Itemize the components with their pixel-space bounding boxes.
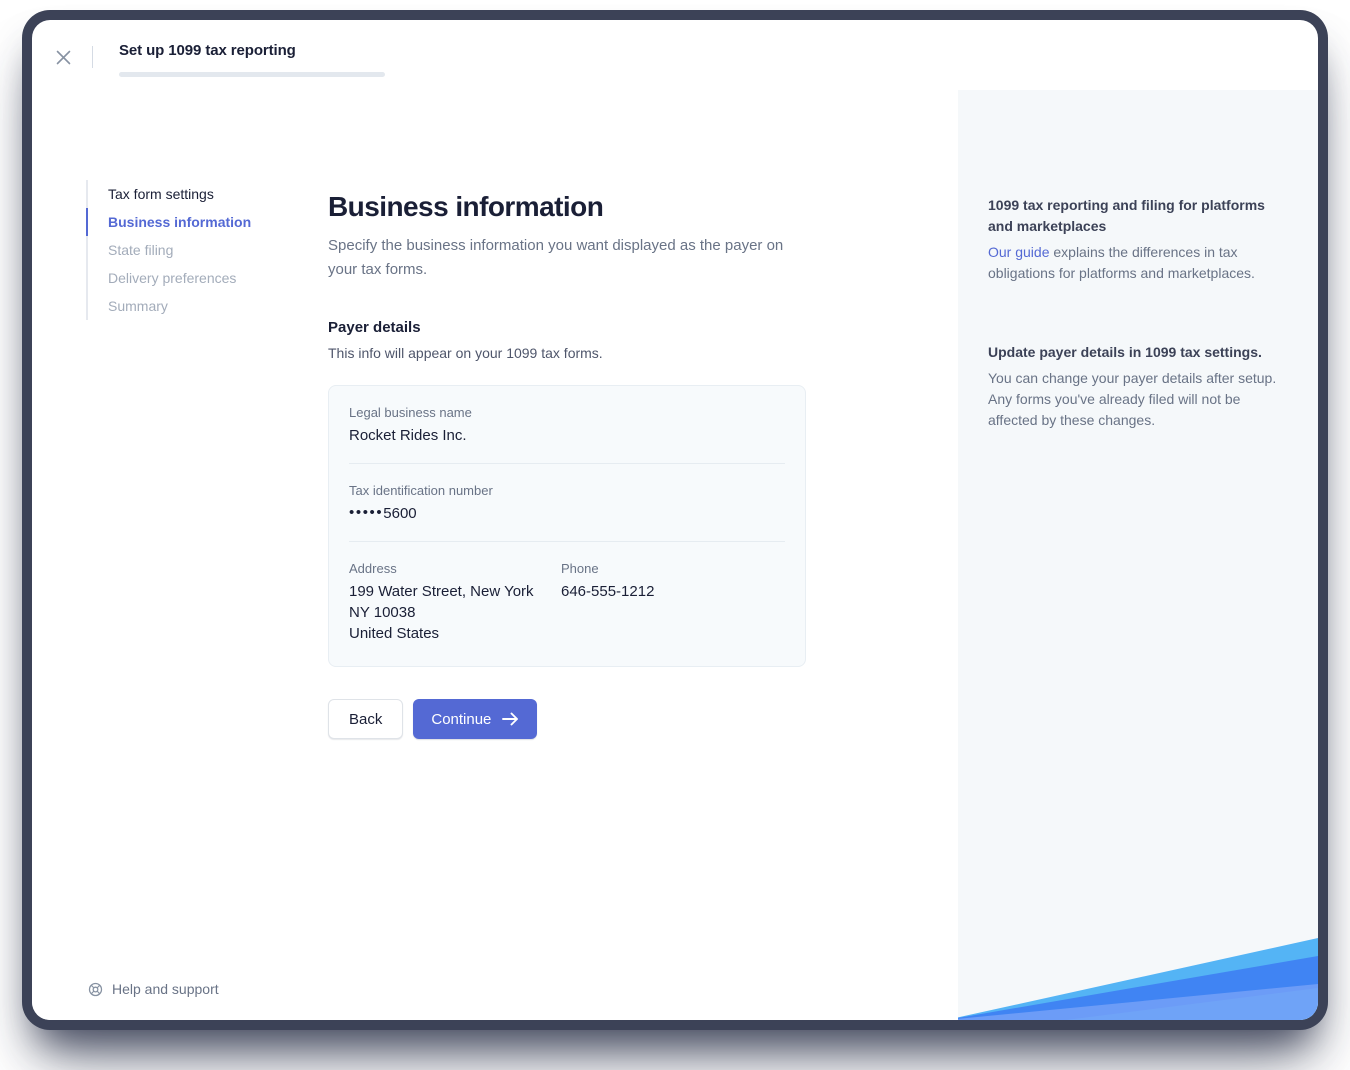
section-heading: Business information (328, 191, 604, 222)
aside-heading: 1099 tax reporting and filing for platfo… (988, 197, 1265, 234)
decorative-corner-graphic (958, 938, 1318, 1020)
header-title-wrap: Set up 1099 tax reporting (119, 40, 385, 77)
right-info-pane: 1099 tax reporting and filing for platfo… (958, 90, 1318, 1020)
aside-block-guide: 1099 tax reporting and filing for platfo… (988, 195, 1280, 284)
address-line-3: United States (349, 625, 440, 642)
sidebar-item-business-information[interactable]: Business information (86, 208, 306, 236)
tax-identification-number-value: •••••5600 (349, 503, 785, 524)
setup-progress-bar (119, 72, 385, 77)
legal-business-name-label: Legal business name (349, 405, 472, 420)
address-phone-row: Address 199 Water Street, New York NY 10… (349, 542, 785, 666)
help-and-support-link[interactable]: Help and support (88, 980, 219, 998)
payer-details-card: Legal business name Rocket Rides Inc. Ta… (328, 385, 806, 667)
payer-details-description: This info will appear on your 1099 tax f… (328, 345, 603, 361)
sidebar-item-label: State filing (108, 242, 174, 258)
left-pane: Tax form settings Business information S… (32, 90, 958, 1020)
sidebar-item-state-filing[interactable]: State filing (88, 236, 306, 264)
address-label: Address (349, 561, 397, 576)
step-navigation: Tax form settings Business information S… (86, 180, 306, 320)
sidebar-item-tax-form-settings[interactable]: Tax form settings (88, 180, 306, 208)
aside-block-payer-settings: Update payer details in 1099 tax setting… (988, 342, 1280, 431)
close-icon (56, 50, 70, 64)
tax-identification-number-label: Tax identification number (349, 483, 493, 498)
sidebar-item-delivery-preferences[interactable]: Delivery preferences (88, 264, 306, 292)
modal-body: Tax form settings Business information S… (32, 90, 1318, 1020)
setup-modal-window: Set up 1099 tax reporting Tax form setti… (32, 20, 1318, 1020)
phone-value: 646-555-1212 (561, 583, 655, 600)
continue-button[interactable]: Continue (413, 699, 538, 739)
our-guide-link[interactable]: Our guide (988, 244, 1049, 260)
phone-column: Phone 646-555-1212 (561, 560, 785, 644)
sidebar-item-label: Business information (108, 214, 252, 230)
address-line-1: 199 Water Street, New York (349, 583, 534, 600)
header-divider (92, 46, 93, 68)
main-content: Business information Specify the busines… (328, 190, 828, 739)
payer-details-heading: Payer details (328, 319, 421, 336)
modal-header: Set up 1099 tax reporting (32, 20, 1318, 90)
tax-identification-number-row: Tax identification number •••••5600 (349, 464, 785, 542)
address-value: 199 Water Street, New York NY 10038 Unit… (349, 581, 561, 644)
address-line-2: NY 10038 (349, 604, 416, 621)
aside-heading: Update payer details in 1099 tax setting… (988, 344, 1262, 360)
right-info-content: 1099 tax reporting and filing for platfo… (988, 195, 1280, 431)
aside-body: You can change your payer details after … (988, 370, 1277, 428)
form-actions: Back Continue (328, 699, 828, 739)
legal-business-name-row: Legal business name Rocket Rides Inc. (349, 386, 785, 464)
sidebar-item-label: Summary (108, 298, 168, 314)
section-description: Specify the business information you wan… (328, 237, 784, 278)
aside-body: Our guide explains the differences in ta… (988, 242, 1280, 284)
tin-mask-dots: ••••• (349, 504, 384, 521)
back-button[interactable]: Back (328, 699, 404, 739)
address-column: Address 199 Water Street, New York NY 10… (349, 560, 561, 644)
help-and-support-label: Help and support (112, 981, 219, 997)
page-title: Set up 1099 tax reporting (119, 42, 296, 59)
lifebuoy-icon (88, 982, 103, 996)
close-button[interactable] (46, 40, 80, 74)
phone-label: Phone (561, 561, 599, 576)
sidebar-item-label: Tax form settings (108, 186, 214, 202)
legal-business-name-value: Rocket Rides Inc. (349, 427, 467, 444)
continue-button-label: Continue (431, 710, 492, 728)
arrow-right-icon (502, 712, 519, 726)
sidebar-item-label: Delivery preferences (108, 270, 237, 286)
sidebar-item-summary[interactable]: Summary (88, 292, 306, 320)
tin-last-four: 5600 (383, 505, 417, 522)
